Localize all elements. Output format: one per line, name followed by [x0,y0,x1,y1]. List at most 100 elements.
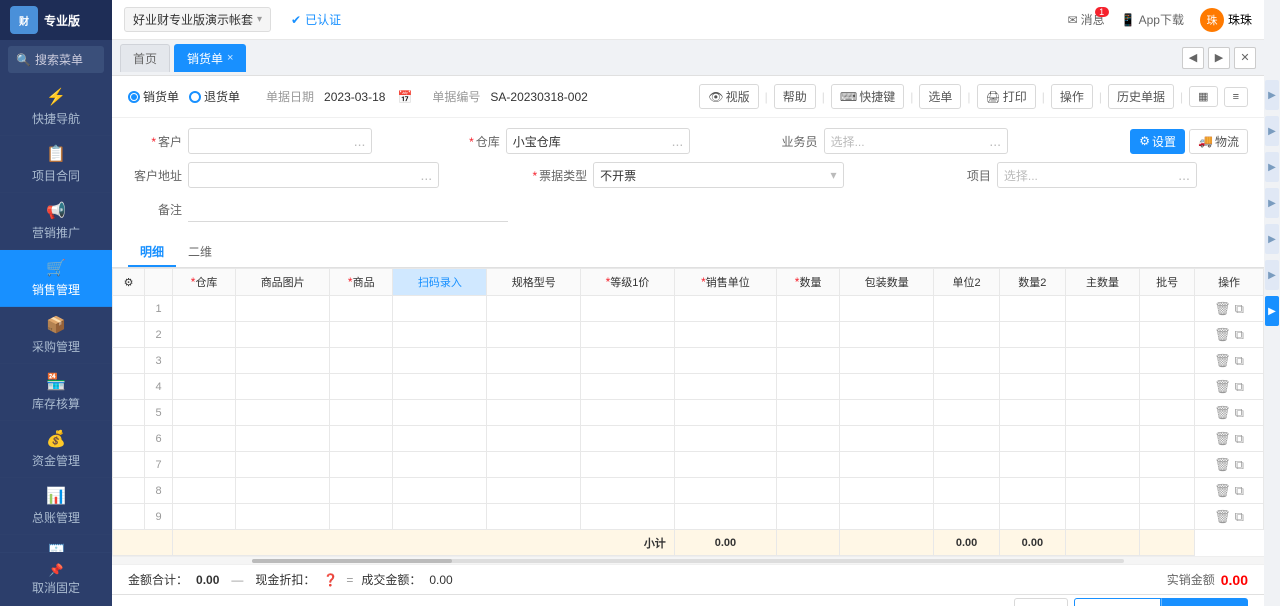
tab-sales-order[interactable]: 销货单 × [174,44,246,72]
radio-sales-order[interactable]: 销货单 [128,88,179,105]
row-product[interactable] [330,348,393,374]
row-warehouse[interactable] [173,296,236,322]
row-batch[interactable] [1140,478,1195,504]
row-spec[interactable] [487,374,581,400]
row-unit2[interactable] [934,400,1000,426]
row-batch[interactable] [1140,400,1195,426]
abandon-button[interactable]: 放弃 [1014,598,1068,606]
row-delete-icon[interactable]: 🗑 [1214,483,1231,499]
row-product-img[interactable] [236,400,330,426]
warehouse-input[interactable]: 小宝仓库 ... [506,128,690,154]
row-spec[interactable] [487,452,581,478]
row-unit2[interactable] [934,504,1000,530]
calendar-icon[interactable]: 📅 [397,90,412,104]
row-batch-import[interactable] [393,504,487,530]
row-batch[interactable] [1140,374,1195,400]
row-spec[interactable] [487,426,581,452]
row-expand[interactable] [113,322,145,348]
row-sales-unit[interactable] [674,400,776,426]
row-price1[interactable] [581,426,675,452]
app-download-button[interactable]: 📱 App下载 [1121,11,1184,28]
radio-return-order[interactable]: 退货单 [189,88,240,105]
row-quantity[interactable] [777,426,840,452]
row-sales-unit[interactable] [674,426,776,452]
row-product[interactable] [330,296,393,322]
row-delete-icon[interactable]: 🗑 [1214,509,1231,525]
row-batch[interactable] [1140,348,1195,374]
row-product[interactable] [330,400,393,426]
row-spec[interactable] [487,322,581,348]
sidebar-item-project[interactable]: 📋 项目合同 [0,136,112,193]
row-price1[interactable] [581,322,675,348]
salesperson-input[interactable]: 选择... ... [824,128,1008,154]
row-unit2[interactable] [934,478,1000,504]
row-pack-qty[interactable] [840,374,934,400]
right-panel-icon-2[interactable]: ▶ [1265,116,1279,146]
row-unit2[interactable] [934,322,1000,348]
row-product-img[interactable] [236,452,330,478]
remark-input[interactable] [188,196,508,222]
row-delete-icon[interactable]: 🗑 [1214,379,1231,395]
sidebar-item-quick-nav[interactable]: ⚡ 快捷导航 [0,79,112,136]
row-main-qty[interactable] [1065,452,1139,478]
row-copy-icon[interactable]: ⧉ [1235,405,1244,421]
customer-addr-dots[interactable]: ... [420,167,432,183]
row-spec[interactable] [487,478,581,504]
row-sales-unit[interactable] [674,374,776,400]
row-warehouse[interactable] [173,426,236,452]
row-pack-qty[interactable] [840,452,934,478]
row-main-qty[interactable] [1065,296,1139,322]
scrollbar-thumb[interactable] [252,559,452,563]
tab-2d[interactable]: 二维 [176,238,224,267]
row-price1[interactable] [581,348,675,374]
row-product[interactable] [330,478,393,504]
row-product[interactable] [330,322,393,348]
row-copy-icon[interactable]: ⧉ [1235,353,1244,369]
row-batch-import[interactable] [393,478,487,504]
sidebar-item-purchase[interactable]: 📦 采购管理 [0,307,112,364]
row-unit2[interactable] [934,452,1000,478]
save-new-button[interactable]: 保存并新增 ▾ [1161,598,1248,606]
search-menu-button[interactable]: 🔍 搜索菜单 [8,46,104,73]
right-panel-icon-4[interactable]: ▶ [1265,188,1279,218]
material-button[interactable]: 🚚 物流 [1189,129,1248,154]
row-pack-qty[interactable] [840,348,934,374]
row-unit2[interactable] [934,296,1000,322]
select-button[interactable]: 选单 [919,84,961,109]
row-main-qty[interactable] [1065,348,1139,374]
row-pack-qty[interactable] [840,322,934,348]
invoice-select[interactable]: 不开票 ▾ [593,162,843,188]
help-icon[interactable]: ❓ [323,573,338,587]
user-avatar[interactable]: 珠 珠珠 [1200,8,1252,32]
row-qty2[interactable] [999,426,1065,452]
row-batch-import[interactable] [393,322,487,348]
tab-home[interactable]: 首页 [120,44,170,72]
row-pack-qty[interactable] [840,504,934,530]
row-copy-icon[interactable]: ⧉ [1235,301,1244,317]
row-main-qty[interactable] [1065,374,1139,400]
row-qty2[interactable] [999,452,1065,478]
tab-close-all-button[interactable]: ✕ [1234,47,1256,69]
right-panel-icon-3[interactable]: ▶ [1265,152,1279,182]
th-settings[interactable]: ⚙ [113,269,145,296]
horizontal-scrollbar[interactable] [112,556,1264,564]
layout-list-button[interactable]: ≡ [1224,87,1248,107]
row-main-qty[interactable] [1065,426,1139,452]
row-batch-import[interactable] [393,348,487,374]
project-input[interactable]: 选择... ... [997,162,1197,188]
row-batch[interactable] [1140,504,1195,530]
row-sales-unit[interactable] [674,478,776,504]
row-product[interactable] [330,374,393,400]
row-warehouse[interactable] [173,400,236,426]
row-price1[interactable] [581,400,675,426]
row-price1[interactable] [581,296,675,322]
row-unit2[interactable] [934,426,1000,452]
row-product[interactable] [330,426,393,452]
row-spec[interactable] [487,348,581,374]
row-expand[interactable] [113,400,145,426]
row-batch-import[interactable] [393,296,487,322]
row-delete-icon[interactable]: 🗑 [1214,431,1231,447]
row-sales-unit[interactable] [674,504,776,530]
row-unit2[interactable] [934,348,1000,374]
row-warehouse[interactable] [173,348,236,374]
